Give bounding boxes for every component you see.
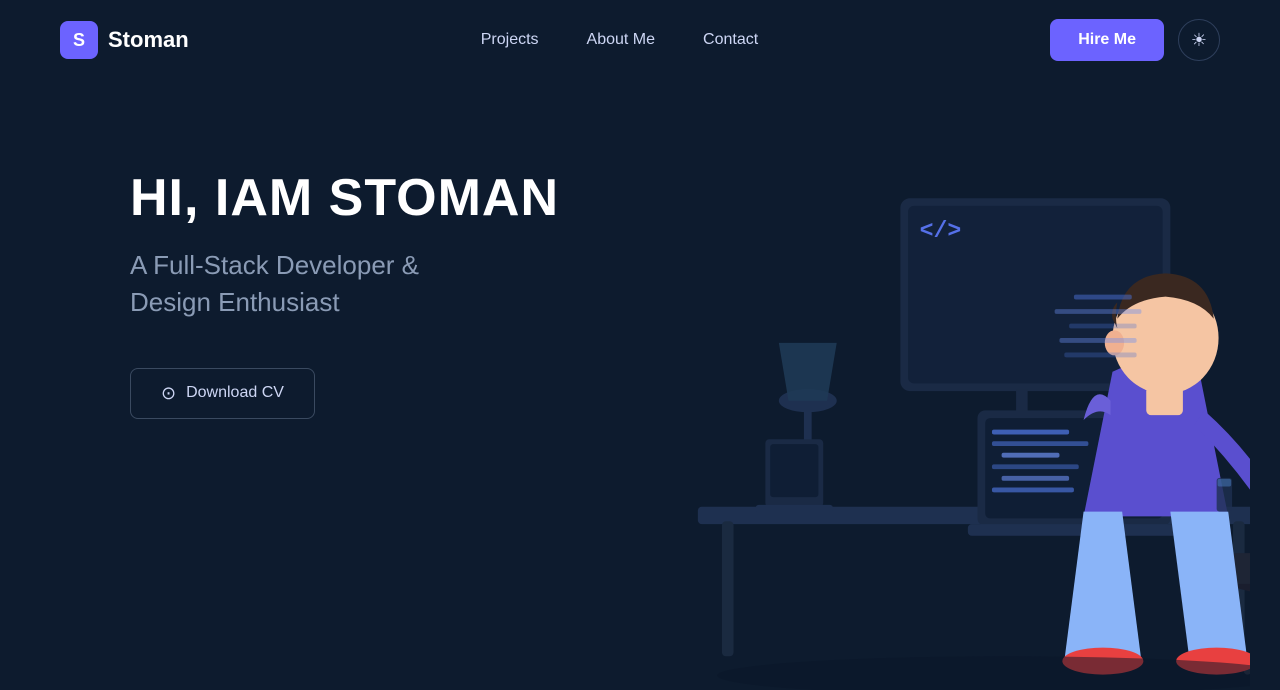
hero-subtitle: A Full-Stack Developer & Design Enthusia…: [130, 247, 450, 320]
desk-scene-svg: </>: [570, 150, 1250, 690]
nav-link-projects[interactable]: Projects: [481, 31, 539, 48]
download-icon: ⊙: [161, 383, 176, 404]
hire-me-button[interactable]: Hire Me: [1050, 19, 1164, 61]
nav-item-contact[interactable]: Contact: [703, 31, 758, 49]
nav-right: Hire Me ☀: [1050, 19, 1220, 61]
navbar: S Stoman Projects About Me Contact Hire …: [0, 0, 1280, 80]
logo-area: S Stoman: [60, 21, 189, 59]
download-cv-label: Download CV: [186, 384, 284, 402]
download-cv-button[interactable]: ⊙ Download CV: [130, 368, 315, 419]
nav-links: Projects About Me Contact: [481, 31, 758, 49]
nav-item-projects[interactable]: Projects: [481, 31, 539, 49]
sun-icon: ☀: [1191, 30, 1207, 51]
hero-heading: HI, IAM STOMAN: [130, 170, 559, 227]
hero-text: HI, IAM STOMAN A Full-Stack Developer & …: [130, 110, 559, 419]
svg-text:</>: </>: [920, 218, 962, 244]
nav-link-contact[interactable]: Contact: [703, 31, 758, 48]
logo-letter: S: [73, 30, 85, 51]
theme-toggle-button[interactable]: ☀: [1178, 19, 1220, 61]
nav-item-about[interactable]: About Me: [587, 31, 655, 49]
hero-section: HI, IAM STOMAN A Full-Stack Developer & …: [0, 80, 1280, 640]
logo-box: S: [60, 21, 98, 59]
nav-link-about[interactable]: About Me: [587, 31, 655, 48]
hero-illustration: </>: [530, 50, 1280, 690]
logo-name: Stoman: [108, 27, 189, 53]
